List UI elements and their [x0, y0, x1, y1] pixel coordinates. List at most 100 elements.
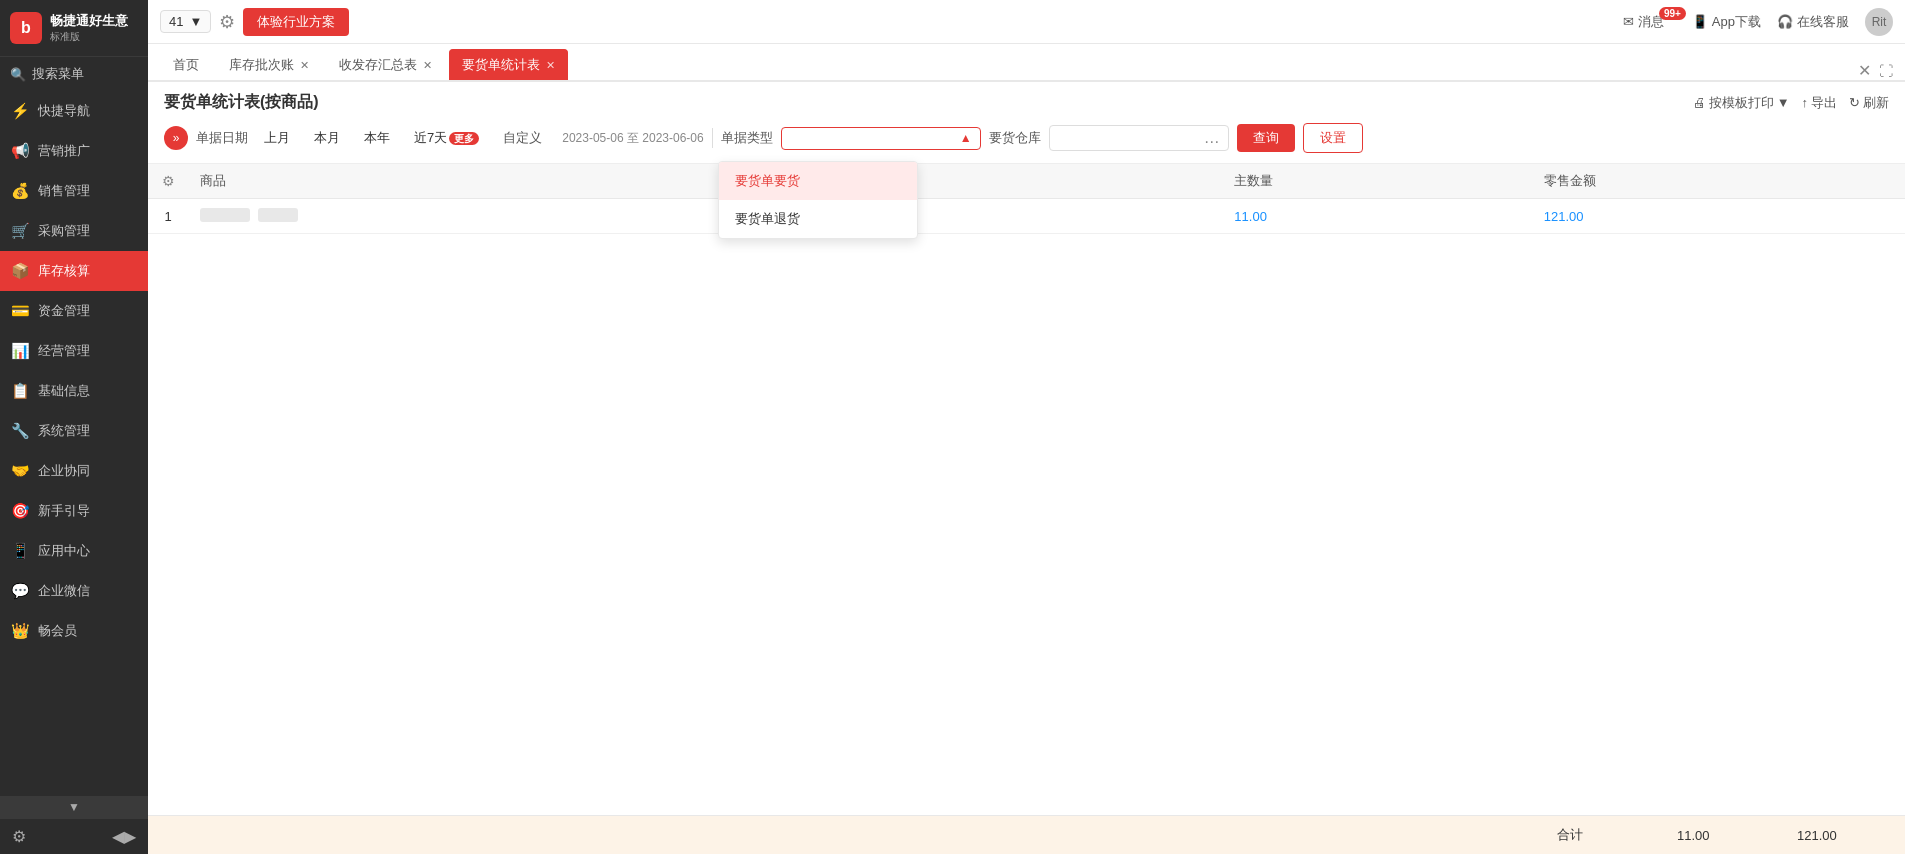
topbar: 41 ▼ ⚙ 体验行业方案 ✉ 消息 99+ 📱 App下载 🎧 在线客服 Ri…	[148, 0, 1905, 44]
topbar-left: 41 ▼ ⚙ 体验行业方案	[160, 8, 349, 36]
sidebar-item-enterprise[interactable]: 🤝 企业协同	[0, 451, 148, 491]
last-7-days-button[interactable]: 近7天更多	[406, 127, 487, 149]
sidebar-item-inventory[interactable]: 📦 库存核算	[0, 251, 148, 291]
type-select[interactable]: ▲	[781, 127, 981, 150]
user-avatar[interactable]: Rit	[1865, 8, 1893, 36]
online-service-button[interactable]: 🎧 在线客服	[1777, 13, 1849, 31]
trial-button[interactable]: 体验行业方案	[243, 8, 349, 36]
sidebar-item-operations[interactable]: 📊 经营管理	[0, 331, 148, 371]
settings-icon[interactable]: ⚙	[12, 827, 26, 846]
tab-order-stats[interactable]: 要货单统计表 ✕	[449, 49, 568, 80]
last-month-button[interactable]: 上月	[256, 127, 298, 149]
sales-icon: 💰	[10, 181, 30, 201]
tab-inventory-batch[interactable]: 库存批次账 ✕	[216, 49, 322, 80]
basic-info-icon: 📋	[10, 381, 30, 401]
page-header: 要货单统计表(按商品) 🖨 按模板打印 ▼ ↑ 导出 ↻ 刷新	[148, 82, 1905, 113]
system-icon: 🔧	[10, 421, 30, 441]
export-icon: ↑	[1802, 95, 1809, 110]
table-footer: 合计 11.00 121.00	[148, 815, 1905, 854]
search-menu[interactable]: 🔍 搜索菜单	[0, 57, 148, 91]
settings-button[interactable]: 设置	[1303, 123, 1363, 153]
sidebar-nav: ⚡ 快捷导航 📢 营销推广 💰 销售管理 🛒 采购管理 📦 库存核算 💳 资金管…	[0, 91, 148, 796]
tab-receivable-summary[interactable]: 收发存汇总表 ✕	[326, 49, 445, 80]
topbar-settings-icon[interactable]: ⚙	[219, 11, 235, 33]
tab-close-order-stats[interactable]: ✕	[546, 59, 555, 72]
search-icon: 🔍	[10, 67, 26, 82]
sidebar-scroll-down[interactable]: ▼	[0, 796, 148, 818]
app-center-icon: 📱	[10, 541, 30, 561]
sidebar-item-sales[interactable]: 💰 销售管理	[0, 171, 148, 211]
sidebar-item-app-center[interactable]: 📱 应用中心	[0, 531, 148, 571]
warehouse-value	[1058, 131, 1198, 146]
logo-icon: b	[10, 12, 42, 44]
refresh-icon: ↻	[1849, 95, 1860, 110]
column-settings[interactable]: ⚙	[148, 164, 188, 199]
custom-date-button[interactable]: 自定义	[495, 127, 550, 149]
this-month-button[interactable]: 本月	[306, 127, 348, 149]
table-header-row: ⚙ 商品 主计量单位 主数量 零售金额	[148, 164, 1905, 199]
tabs-fullscreen-icon[interactable]: ⛶	[1879, 63, 1893, 79]
refresh-button[interactable]: ↻ 刷新	[1849, 94, 1889, 112]
tab-close-inventory-batch[interactable]: ✕	[300, 59, 309, 72]
row-index: 1	[148, 199, 188, 234]
logo-area: b 畅捷通好生意 标准版	[0, 0, 148, 57]
collapse-icon[interactable]: ◀▶	[112, 827, 136, 846]
inventory-icon: 📦	[10, 261, 30, 281]
more-badge: 更多	[449, 132, 479, 145]
messages-button[interactable]: ✉ 消息 99+	[1623, 13, 1676, 31]
finance-icon: 💳	[10, 301, 30, 321]
message-icon: ✉	[1623, 14, 1634, 29]
row-product	[188, 199, 785, 234]
sidebar-item-wechat[interactable]: 💬 企业微信	[0, 571, 148, 611]
warehouse-input[interactable]: …	[1049, 125, 1229, 151]
export-button[interactable]: ↑ 导出	[1802, 94, 1838, 112]
query-button[interactable]: 查询	[1237, 124, 1295, 152]
page-actions: 🖨 按模板打印 ▼ ↑ 导出 ↻ 刷新	[1693, 94, 1889, 112]
dropdown-item-order-goods[interactable]: 要货单要货	[719, 162, 917, 200]
column-quantity: 主数量	[1222, 164, 1531, 199]
this-year-button[interactable]: 本年	[356, 127, 398, 149]
app-download-button[interactable]: 📱 App下载	[1692, 13, 1761, 31]
sidebar-item-guide[interactable]: 🎯 新手引导	[0, 491, 148, 531]
column-settings-icon[interactable]: ⚙	[162, 173, 175, 189]
warehouse-more-icon[interactable]: …	[1204, 129, 1220, 147]
warehouse-label: 要货仓库	[989, 129, 1041, 147]
sidebar-item-system[interactable]: 🔧 系统管理	[0, 411, 148, 451]
footer-amount: 121.00	[1785, 828, 1905, 843]
sidebar-item-purchase[interactable]: 🛒 采购管理	[0, 211, 148, 251]
company-selector[interactable]: 41 ▼	[160, 10, 211, 33]
footer-quantity: 11.00	[1665, 828, 1785, 843]
quick-nav-icon: ⚡	[10, 101, 30, 121]
column-amount: 零售金额	[1532, 164, 1905, 199]
download-icon: 📱	[1692, 14, 1708, 29]
sidebar-item-quick-nav[interactable]: ⚡ 快捷导航	[0, 91, 148, 131]
sidebar-item-basic-info[interactable]: 📋 基础信息	[0, 371, 148, 411]
guide-icon: 🎯	[10, 501, 30, 521]
print-button[interactable]: 🖨 按模板打印 ▼	[1693, 94, 1790, 112]
operations-icon: 📊	[10, 341, 30, 361]
sidebar-item-marketing[interactable]: 📢 营销推广	[0, 131, 148, 171]
type-select-arrow: ▲	[960, 131, 972, 145]
marketing-icon: 📢	[10, 141, 30, 161]
tab-close-receivable[interactable]: ✕	[423, 59, 432, 72]
wechat-icon: 💬	[10, 581, 30, 601]
row-quantity: 11.00	[1222, 199, 1531, 234]
topbar-right: ✉ 消息 99+ 📱 App下载 🎧 在线客服 Rit	[1623, 8, 1893, 36]
sidebar-footer: ⚙ ◀▶	[0, 818, 148, 854]
filter-bar: » 单据日期 上月 本月 本年 近7天更多 自定义 2023-05-06 至 2…	[148, 113, 1905, 164]
tabs: 首页 库存批次账 ✕ 收发存汇总表 ✕ 要货单统计表 ✕ ✕ ⛶	[148, 44, 1905, 82]
tab-home[interactable]: 首页	[160, 49, 212, 80]
tabs-expand-icon[interactable]: ✕	[1858, 61, 1871, 80]
date-label: 单据日期	[196, 129, 248, 147]
print-icon: 🖨	[1693, 95, 1706, 110]
service-icon: 🎧	[1777, 14, 1793, 29]
sidebar-item-member[interactable]: 👑 畅会员	[0, 611, 148, 651]
sidebar-item-finance[interactable]: 💳 资金管理	[0, 291, 148, 331]
dropdown-item-order-return[interactable]: 要货单退货	[719, 200, 917, 238]
main-area: 41 ▼ ⚙ 体验行业方案 ✉ 消息 99+ 📱 App下载 🎧 在线客服 Ri…	[148, 0, 1905, 854]
filter-expand-button[interactable]: »	[164, 126, 188, 150]
sidebar: b 畅捷通好生意 标准版 🔍 搜索菜单 ⚡ 快捷导航 📢 营销推广 💰 销售管理…	[0, 0, 148, 854]
page-title: 要货单统计表(按商品)	[164, 92, 319, 113]
type-select-value	[790, 131, 950, 146]
page-content: 要货单统计表(按商品) 🖨 按模板打印 ▼ ↑ 导出 ↻ 刷新	[148, 82, 1905, 854]
